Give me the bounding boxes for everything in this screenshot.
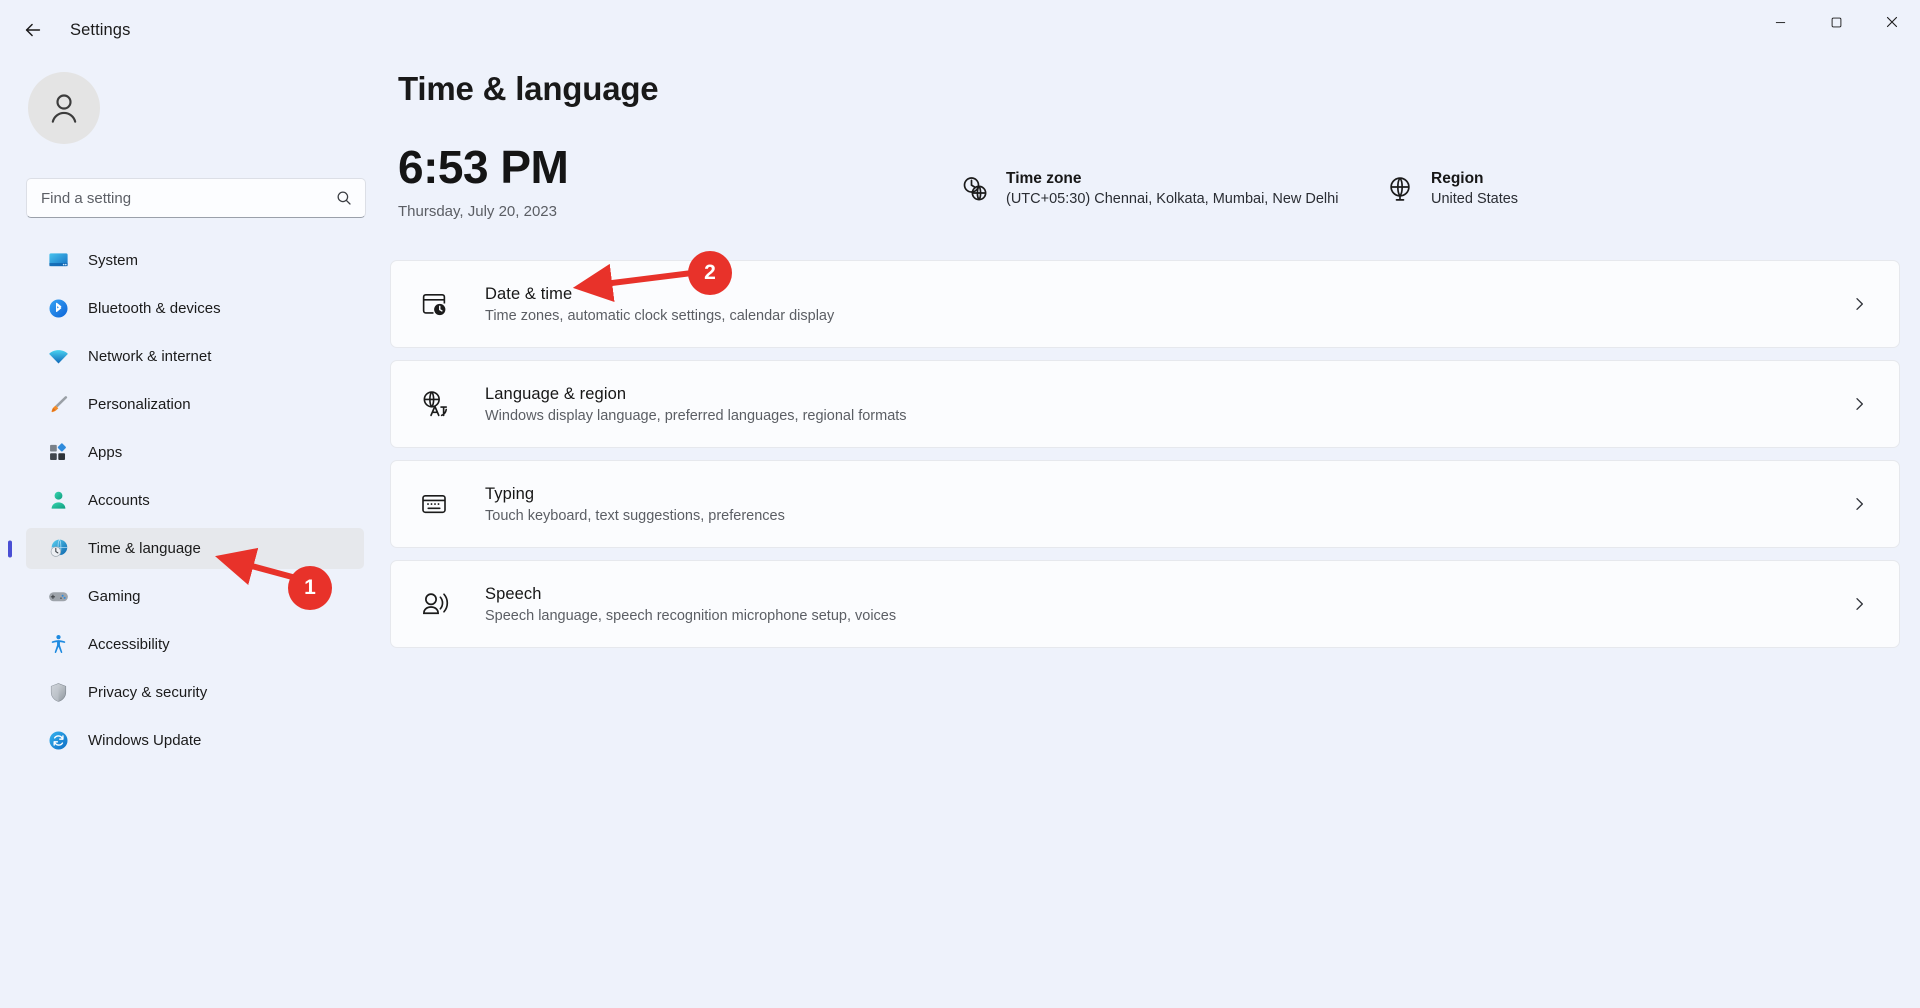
globe-clock-icon [960, 174, 990, 204]
sidebar-item-label: Apps [88, 444, 122, 461]
sidebar-item-accessibility[interactable]: Accessibility [26, 624, 364, 665]
language-globe-icon [417, 387, 451, 421]
sidebar-item-label: Windows Update [88, 732, 201, 749]
back-arrow-icon [22, 19, 44, 41]
search-input[interactable] [41, 190, 335, 207]
card-subtitle: Touch keyboard, text suggestions, prefer… [485, 508, 1851, 524]
avatar[interactable] [28, 72, 100, 144]
search-icon [335, 189, 353, 207]
sidebar-item-label: Bluetooth & devices [88, 300, 221, 317]
sidebar-item-label: Gaming [88, 588, 141, 605]
card-texts: Speech Speech language, speech recogniti… [485, 585, 1851, 624]
bluetooth-icon [46, 297, 70, 321]
speech-icon [417, 587, 451, 621]
sidebar-item-time-language[interactable]: Time & language [26, 528, 364, 569]
card-date-time[interactable]: Date & time Time zones, automatic clock … [390, 260, 1900, 348]
timezone-info: Time zone (UTC+05:30) Chennai, Kolkata, … [960, 170, 1338, 207]
current-date: Thursday, July 20, 2023 [398, 203, 557, 220]
chevron-right-icon [1851, 296, 1867, 312]
sidebar-item-system[interactable]: System [26, 240, 364, 281]
sidebar-item-apps[interactable]: Apps [26, 432, 364, 473]
sidebar-item-accounts[interactable]: Accounts [26, 480, 364, 521]
card-speech[interactable]: Speech Speech language, speech recogniti… [390, 560, 1900, 648]
minimize-button[interactable] [1752, 0, 1808, 44]
calendar-clock-icon [417, 287, 451, 321]
close-button[interactable] [1864, 0, 1920, 44]
timezone-heading: Time zone [1006, 170, 1338, 188]
minimize-icon [1775, 17, 1786, 28]
shield-icon [46, 681, 70, 705]
update-refresh-icon [46, 729, 70, 753]
sidebar-item-gaming[interactable]: Gaming [26, 576, 364, 617]
page-title: Time & language [398, 70, 1920, 108]
sidebar-nav: System Bluetooth & devices [26, 240, 364, 761]
window-controls [1752, 0, 1920, 44]
sidebar-item-label: System [88, 252, 138, 269]
card-title: Language & region [485, 385, 1851, 404]
card-title: Typing [485, 485, 1851, 504]
sidebar-item-windows-update[interactable]: Windows Update [26, 720, 364, 761]
user-avatar-icon [44, 88, 84, 128]
keyboard-icon [417, 487, 451, 521]
card-typing[interactable]: Typing Touch keyboard, text suggestions,… [390, 460, 1900, 548]
settings-card-list: Date & time Time zones, automatic clock … [390, 260, 1920, 648]
card-texts: Date & time Time zones, automatic clock … [485, 285, 1851, 324]
app-title: Settings [70, 21, 130, 40]
main-content: Time & language 6:53 PM Thursday, July 2… [390, 60, 1920, 1008]
chevron-right-icon [1851, 596, 1867, 612]
card-language-region[interactable]: Language & region Windows display langua… [390, 360, 1900, 448]
sidebar: System Bluetooth & devices [0, 60, 390, 1008]
sidebar-item-label: Network & internet [88, 348, 211, 365]
card-texts: Language & region Windows display langua… [485, 385, 1851, 424]
card-title: Date & time [485, 285, 1851, 304]
region-info: Region United States [1385, 170, 1518, 207]
timezone-value: (UTC+05:30) Chennai, Kolkata, Mumbai, Ne… [1006, 191, 1338, 207]
gamepad-icon [46, 585, 70, 609]
region-value: United States [1431, 191, 1518, 207]
title-bar: Settings [0, 0, 1920, 60]
card-title: Speech [485, 585, 1851, 604]
sidebar-item-label: Accounts [88, 492, 150, 509]
globe-icon [1385, 174, 1415, 204]
card-texts: Typing Touch keyboard, text suggestions,… [485, 485, 1851, 524]
chevron-right-icon [1851, 496, 1867, 512]
chevron-right-icon [1851, 396, 1867, 412]
maximize-icon [1831, 17, 1842, 28]
search-box[interactable] [26, 178, 366, 218]
close-icon [1886, 16, 1898, 28]
card-subtitle: Time zones, automatic clock settings, ca… [485, 308, 1851, 324]
wifi-icon [46, 345, 70, 369]
sidebar-item-bluetooth-devices[interactable]: Bluetooth & devices [26, 288, 364, 329]
current-time: 6:53 PM [398, 140, 568, 194]
clock-summary: 6:53 PM Thursday, July 20, 2023 Time zon… [390, 140, 1920, 244]
settings-window: Settings [0, 0, 1920, 1008]
accessibility-icon [46, 633, 70, 657]
globe-clock-icon [46, 537, 70, 561]
sidebar-item-label: Time & language [88, 540, 201, 557]
sidebar-item-label: Privacy & security [88, 684, 207, 701]
person-icon [46, 489, 70, 513]
region-heading: Region [1431, 170, 1518, 188]
sidebar-item-label: Accessibility [88, 636, 170, 653]
sidebar-item-personalization[interactable]: Personalization [26, 384, 364, 425]
apps-grid-icon [46, 441, 70, 465]
sidebar-item-label: Personalization [88, 396, 191, 413]
sidebar-item-privacy-security[interactable]: Privacy & security [26, 672, 364, 713]
back-button[interactable] [12, 9, 54, 51]
card-subtitle: Windows display language, preferred lang… [485, 408, 1851, 424]
card-subtitle: Speech language, speech recognition micr… [485, 608, 1851, 624]
paintbrush-icon [46, 393, 70, 417]
sidebar-item-network-internet[interactable]: Network & internet [26, 336, 364, 377]
system-monitor-icon [46, 249, 70, 273]
maximize-button[interactable] [1808, 0, 1864, 44]
